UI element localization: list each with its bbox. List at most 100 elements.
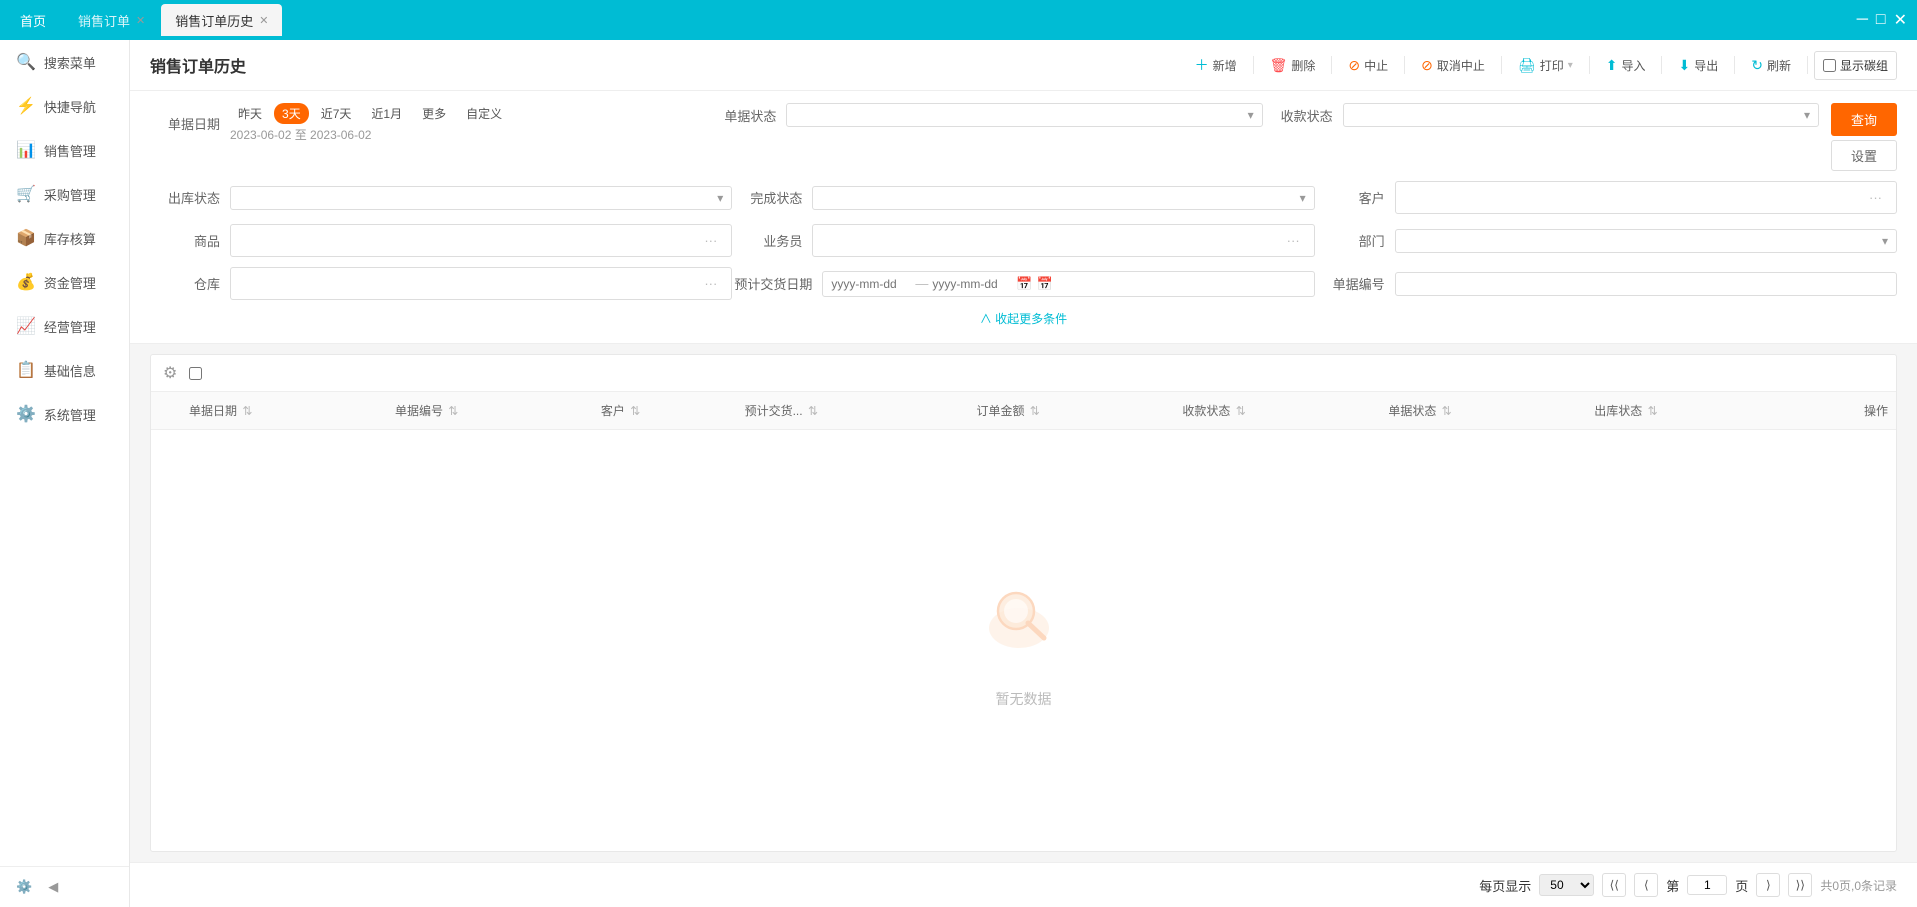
window-maximize-icon[interactable]: □: [1876, 11, 1886, 29]
cal-start-icon[interactable]: 📅: [1016, 276, 1032, 292]
tab-sales-order-history[interactable]: 销售订单历史 ✕: [161, 4, 282, 36]
sort-order-status-icon[interactable]: ⇅: [1442, 404, 1452, 418]
export-button[interactable]: ⬇ 导出: [1668, 52, 1728, 79]
date-options: 昨天 3天 近7天 近1月 更多 自定义 2023-06-02 至 2023-0…: [230, 103, 510, 143]
delivery-status-select[interactable]: ▾: [230, 186, 732, 210]
collapse-bar[interactable]: ∧ 收起更多条件: [150, 306, 1897, 331]
query-button[interactable]: 查询: [1831, 103, 1897, 136]
expected-date-end[interactable]: [932, 277, 1012, 291]
filter-expected-date-group: 预计交货日期 — 📅 📅: [732, 271, 1314, 297]
filter-row-3: 商品 ··· 业务员 ··· 部门 ▾: [150, 224, 1897, 257]
payment-status-select[interactable]: ▾: [1343, 103, 1819, 127]
th-order-status: 单据状态 ⇅: [1380, 392, 1586, 430]
sidebar-item-inventory[interactable]: 📦 库存核算: [0, 216, 129, 260]
goods-input[interactable]: ···: [230, 224, 732, 257]
filter-order-no-group: 单据编号: [1315, 272, 1897, 296]
sidebar-collapse-icon[interactable]: ◀: [48, 879, 58, 895]
dept-select[interactable]: ▾: [1395, 229, 1897, 253]
cancel-stop-icon: ⊘: [1421, 57, 1433, 74]
filter-row-2: 出库状态 ▾ 完成状态 ▾ 客户 ···: [150, 181, 1897, 214]
page-number-input[interactable]: [1687, 875, 1727, 895]
select-all-checkbox[interactable]: [189, 367, 202, 380]
page-title: 销售订单历史: [150, 53, 246, 77]
sidebar-item-search-menu[interactable]: 🔍 搜索菜单: [0, 40, 129, 84]
close-tab-sales-order[interactable]: ✕: [136, 14, 145, 27]
data-table: 单据日期 ⇅ 单据编号 ⇅ 客户 ⇅ 预计交货...: [151, 392, 1896, 430]
sidebar-item-base-info[interactable]: 📋 基础信息: [0, 348, 129, 392]
filter-payment-status-group: 收款状态 ▾: [1263, 103, 1819, 127]
expected-date-input[interactable]: — 📅 📅: [822, 271, 1314, 297]
sort-date-icon[interactable]: ⇅: [242, 404, 252, 418]
sort-expected-date-icon[interactable]: ⇅: [808, 404, 818, 418]
date-range-display: 2023-06-02 至 2023-06-02: [230, 126, 510, 143]
page-last-btn[interactable]: ⟩⟩: [1788, 873, 1812, 897]
salesman-input[interactable]: ···: [812, 224, 1314, 257]
stop-button[interactable]: ⊘ 中止: [1338, 52, 1398, 79]
toolbar-divider-2: [1331, 56, 1332, 74]
sales-mgmt-icon: 📊: [16, 140, 36, 160]
th-date: 单据日期 ⇅: [181, 392, 387, 430]
page-header: 销售订单历史 ＋ 新增 🗑 删除 ⊘ 中止 ⊘: [130, 40, 1917, 91]
close-tab-history[interactable]: ✕: [259, 14, 268, 27]
display-columns-checkbox[interactable]: [1823, 59, 1836, 72]
add-button[interactable]: ＋ 新增: [1185, 50, 1247, 80]
customer-dots-icon[interactable]: ···: [1863, 186, 1888, 209]
print-button[interactable]: 🖨 打印 ▾: [1508, 52, 1583, 79]
table-settings-icon[interactable]: ⚙: [163, 363, 177, 383]
sort-customer-icon[interactable]: ⇅: [630, 404, 640, 418]
delete-button[interactable]: 🗑 删除: [1260, 52, 1326, 79]
page-first-btn[interactable]: ⟨⟨: [1602, 873, 1626, 897]
import-button[interactable]: ⬆ 导入: [1596, 52, 1656, 79]
toolbar-divider-5: [1589, 56, 1590, 74]
salesman-dots-icon[interactable]: ···: [1281, 229, 1306, 252]
top-right-controls: ─ □ ✕: [1857, 10, 1907, 30]
window-minimize-icon[interactable]: ─: [1857, 11, 1868, 29]
sidebar-item-purchase-mgmt[interactable]: 🛒 采购管理: [0, 172, 129, 216]
page-label: 第: [1666, 876, 1679, 895]
date-today[interactable]: 昨天: [230, 103, 270, 124]
empty-illustration: [974, 573, 1074, 679]
sidebar-item-sales-mgmt[interactable]: 📊 销售管理: [0, 128, 129, 172]
page-prev-btn[interactable]: ⟨: [1634, 873, 1658, 897]
tab-home[interactable]: 首页: [10, 4, 56, 36]
sort-delivery-status-icon[interactable]: ⇅: [1648, 404, 1658, 418]
date-custom[interactable]: 自定义: [458, 103, 510, 124]
page-next-btn[interactable]: ⟩: [1756, 873, 1780, 897]
sidebar-item-sys-mgmt[interactable]: ⚙️ 系统管理: [0, 392, 129, 436]
set-button[interactable]: 设置: [1831, 140, 1897, 171]
sort-order-no-icon[interactable]: ⇅: [448, 404, 458, 418]
page-size-select[interactable]: 50 10 20 100: [1539, 874, 1594, 896]
cal-end-icon[interactable]: 📅: [1037, 276, 1053, 292]
date-3days[interactable]: 3天: [274, 103, 309, 124]
table-header: 单据日期 ⇅ 单据编号 ⇅ 客户 ⇅ 预计交货...: [151, 392, 1896, 430]
sidebar-item-operations[interactable]: 📈 经营管理: [0, 304, 129, 348]
sidebar-bottom: ⚙️ ◀: [0, 866, 129, 907]
sort-payment-status-icon[interactable]: ⇅: [1236, 404, 1246, 418]
sidebar-item-finance[interactable]: 💰 资金管理: [0, 260, 129, 304]
warehouse-dots-icon[interactable]: ···: [698, 272, 723, 295]
warehouse-input[interactable]: ···: [230, 267, 732, 300]
sort-amount-icon[interactable]: ⇅: [1030, 404, 1040, 418]
customer-input[interactable]: ···: [1395, 181, 1897, 214]
export-icon: ⬇: [1678, 57, 1690, 74]
sidebar: 🔍 搜索菜单 ⚡ 快捷导航 📊 销售管理 🛒 采购管理 📦 库存核算 💰 资金管…: [0, 40, 130, 907]
date-1month[interactable]: 近1月: [363, 103, 410, 124]
date-more[interactable]: 更多: [414, 103, 454, 124]
completion-status-select[interactable]: ▾: [812, 186, 1314, 210]
sidebar-item-quick-nav[interactable]: ⚡ 快捷导航: [0, 84, 129, 128]
display-columns-toggle[interactable]: 显示碳组: [1814, 51, 1897, 80]
refresh-button[interactable]: ↻ 刷新: [1741, 52, 1801, 79]
main-content: 销售订单历史 ＋ 新增 🗑 删除 ⊘ 中止 ⊘: [130, 40, 1917, 907]
delivery-arrow-icon: ▾: [717, 191, 723, 205]
expected-date-start[interactable]: [831, 277, 911, 291]
cancel-stop-button[interactable]: ⊘ 取消中止: [1411, 52, 1495, 79]
order-no-input[interactable]: [1395, 272, 1897, 296]
window-close-icon[interactable]: ✕: [1894, 10, 1907, 30]
sidebar-settings-icon[interactable]: ⚙️: [16, 879, 32, 895]
filter-completion-group: 完成状态 ▾: [732, 186, 1314, 210]
order-status-select[interactable]: ▾: [786, 103, 1262, 127]
payment-status-arrow-icon: ▾: [1804, 108, 1810, 122]
tab-sales-order[interactable]: 销售订单 ✕: [64, 4, 159, 36]
goods-dots-icon[interactable]: ···: [698, 229, 723, 252]
date-7days[interactable]: 近7天: [313, 103, 360, 124]
